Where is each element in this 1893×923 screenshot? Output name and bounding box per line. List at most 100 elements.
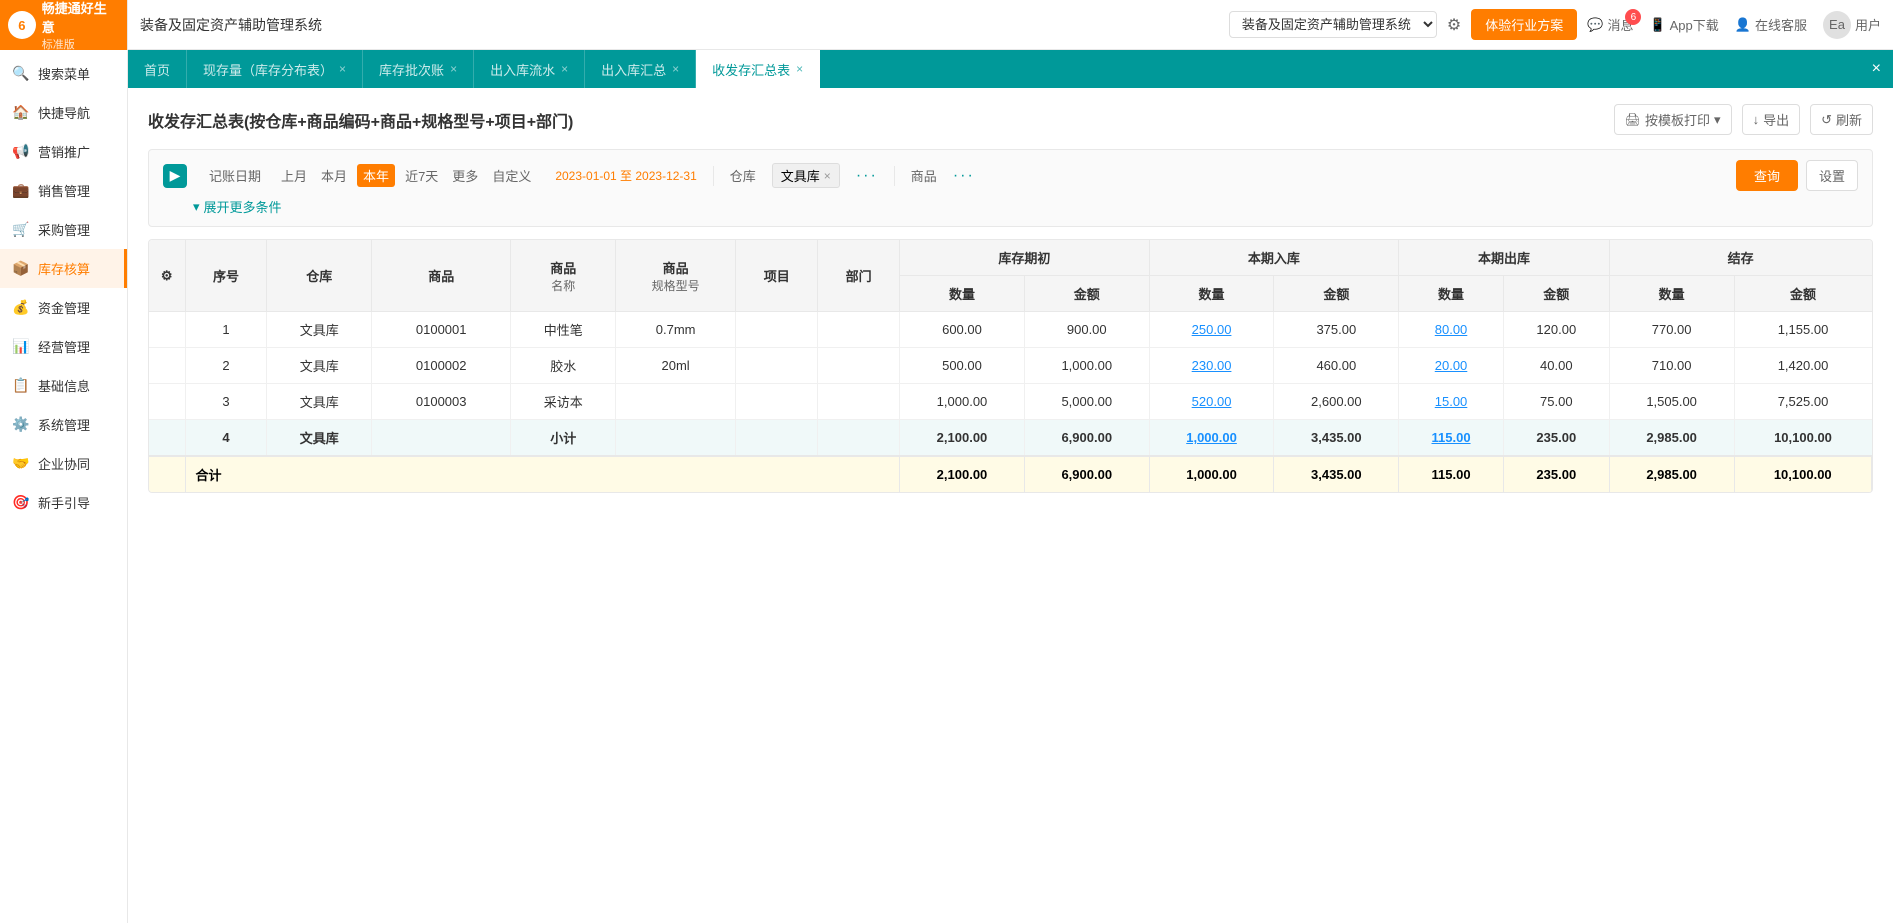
export-btn[interactable]: ↓ 导出 [1742,104,1801,135]
tab-close-batch[interactable]: × [450,62,457,76]
cell-out-qty-1[interactable]: 20.00 [1399,348,1504,384]
warehouse-tag-close[interactable]: × [824,169,831,183]
tab-inout_summary[interactable]: 出入库汇总× [585,50,696,88]
sidebar-icon-collab: 🤝 [12,455,30,473]
cell-warehouse-1: 文具库 [267,348,372,384]
sidebar-label-finance: 资金管理 [38,298,90,317]
user-btn[interactable]: Ea 用户 [1823,11,1881,39]
sidebar-icon-operation: 📊 [12,338,30,356]
tab-recv_send[interactable]: 收发存汇总表× [696,50,820,88]
cell-in-qty-3[interactable]: 1,000.00 [1149,420,1274,457]
footer-in-qty: 1,000.00 [1149,456,1274,492]
sidebar-icon-system: ⚙️ [12,416,30,434]
cell-in-qty-2[interactable]: 520.00 [1149,384,1274,420]
tab-close-inventory_dist[interactable]: × [339,62,346,76]
sidebar-item-search[interactable]: 🔍搜索菜单 [0,54,127,93]
tab-inventory_dist[interactable]: 现存量（库存分布表）× [187,50,363,88]
sidebar-item-operation[interactable]: 📊经营管理 [0,327,127,366]
cell-bal-qty-0: 770.00 [1609,312,1734,348]
cell-spec-3 [615,420,735,457]
date-btn-custom[interactable]: 自定义 [488,164,535,187]
cell-open-amt-1: 1,000.00 [1024,348,1149,384]
cell-index-1: 2 [185,348,267,384]
sidebar-item-sales[interactable]: 💼销售管理 [0,171,127,210]
print-btn[interactable]: 🖨 按模板打印 ▾ [1614,104,1732,135]
cell-out-qty-3[interactable]: 115.00 [1399,420,1504,457]
out-qty-link-0[interactable]: 80.00 [1435,322,1468,337]
tab-batch[interactable]: 库存批次账 × [363,50,474,88]
cell-index-3: 4 [185,420,267,457]
in-qty-link-3[interactable]: 1,000.00 [1186,430,1237,445]
query-btn[interactable]: 查询 [1736,160,1798,191]
sidebar-item-quicknav[interactable]: 🏠快捷导航 [0,93,127,132]
tab-label-batch: 库存批次账 [379,60,444,79]
cell-spec-1: 20ml [615,348,735,384]
table-row-1: 2 文具库 0100002 胶水 20ml 500.00 1,000.00 23… [149,348,1872,384]
in-qty-link-2[interactable]: 520.00 [1192,394,1232,409]
sidebar-item-collab[interactable]: 🤝企业协同 [0,444,127,483]
goods-more-btn[interactable]: ··· [953,167,975,185]
online-service-btn[interactable]: 👤 在线客服 [1735,15,1807,34]
sidebar-item-inventory[interactable]: 📦库存核算 [0,249,127,288]
sidebar-item-purchase[interactable]: 🛒采购管理 [0,210,127,249]
sidebar-item-finance[interactable]: 💰资金管理 [0,288,127,327]
sidebar-item-system[interactable]: ⚙️系统管理 [0,405,127,444]
page-title: 收发存汇总表(按仓库+商品编码+商品+规格型号+项目+部门) [148,108,573,132]
th-settings[interactable]: ⚙ [149,240,185,312]
date-btn-more[interactable]: 更多 [448,164,482,187]
in-qty-link-0[interactable]: 250.00 [1192,322,1232,337]
cell-open-amt-0: 900.00 [1024,312,1149,348]
date-range-display: 2023-01-01 至 2023-12-31 [555,167,696,184]
experience-btn[interactable]: 体验行业方案 [1471,9,1577,40]
filter-separator-2 [894,166,895,186]
table-row-2: 3 文具库 0100003 采访本 1,000.00 5,000.00 520.… [149,384,1872,420]
app-download-btn[interactable]: 📱 App下载 [1649,15,1718,34]
tab-close-recv_send[interactable]: × [796,62,803,76]
system-select[interactable]: 装备及固定资产辅助管理系统 [1229,11,1437,38]
app-download-label: App下载 [1670,15,1719,34]
cell-open-qty-1: 500.00 [900,348,1025,384]
date-btn-last-month[interactable]: 上月 [277,164,311,187]
tab-inout_flow[interactable]: 出入库流水× [474,50,585,88]
in-qty-link-1[interactable]: 230.00 [1192,358,1232,373]
tab-bar-close-btn[interactable]: × [1860,60,1893,78]
filter-bar: ▶ 记账日期 上月 本月 本年 近7天 更多 自定义 2023-01-01 至 … [148,149,1873,227]
date-btn-this-month[interactable]: 本月 [317,164,351,187]
warehouse-more-btn[interactable]: ··· [856,167,878,185]
cell-in-qty-0[interactable]: 250.00 [1149,312,1274,348]
sidebar-item-marketing[interactable]: 📢营销推广 [0,132,127,171]
out-qty-link-1[interactable]: 20.00 [1435,358,1468,373]
date-btn-7days[interactable]: 近7天 [401,164,442,187]
settings-icon[interactable]: ⚙ [1447,15,1461,35]
date-filter-label: 记账日期 [209,166,261,185]
cell-out-qty-0[interactable]: 80.00 [1399,312,1504,348]
tab-home[interactable]: 首页 [128,50,187,88]
cell-project-0 [736,312,818,348]
cell-out-qty-2[interactable]: 15.00 [1399,384,1504,420]
refresh-btn[interactable]: ↺ 刷新 [1810,104,1873,135]
cell-spec-0: 0.7mm [615,312,735,348]
cell-in-amt-3: 3,435.00 [1274,420,1399,457]
sidebar-item-guide[interactable]: 🎯新手引导 [0,483,127,522]
filter-collapse-btn[interactable]: ▶ [163,164,187,188]
cell-open-amt-2: 5,000.00 [1024,384,1149,420]
footer-bal-qty: 2,985.00 [1609,456,1734,492]
page-content: 收发存汇总表(按仓库+商品编码+商品+规格型号+项目+部门) 🖨 按模板打印 ▾… [128,88,1893,923]
cell-name-0: 中性笔 [511,312,616,348]
cell-in-amt-1: 460.00 [1274,348,1399,384]
cell-open-qty-3: 2,100.00 [900,420,1025,457]
message-btn[interactable]: 💬 消息 6 [1587,15,1633,34]
cell-in-qty-1[interactable]: 230.00 [1149,348,1274,384]
app-name: 畅捷通好生意 [42,0,119,36]
expand-conditions-btn[interactable]: ▾ 展开更多条件 [193,197,282,216]
date-btn-this-year[interactable]: 本年 [357,164,395,187]
tab-close-inout_summary[interactable]: × [672,62,679,76]
sidebar-icon-quicknav: 🏠 [12,104,30,122]
out-qty-link-3[interactable]: 115.00 [1432,430,1471,445]
sidebar-item-basic[interactable]: 📋基础信息 [0,366,127,405]
main-content: 装备及固定资产辅助管理系统 装备及固定资产辅助管理系统 ⚙ 体验行业方案 💬 消… [128,0,1893,923]
out-qty-link-2[interactable]: 15.00 [1435,394,1468,409]
settings-btn[interactable]: 设置 [1806,160,1858,191]
th-warehouse: 仓库 [267,240,372,312]
tab-close-inout_flow[interactable]: × [561,62,568,76]
